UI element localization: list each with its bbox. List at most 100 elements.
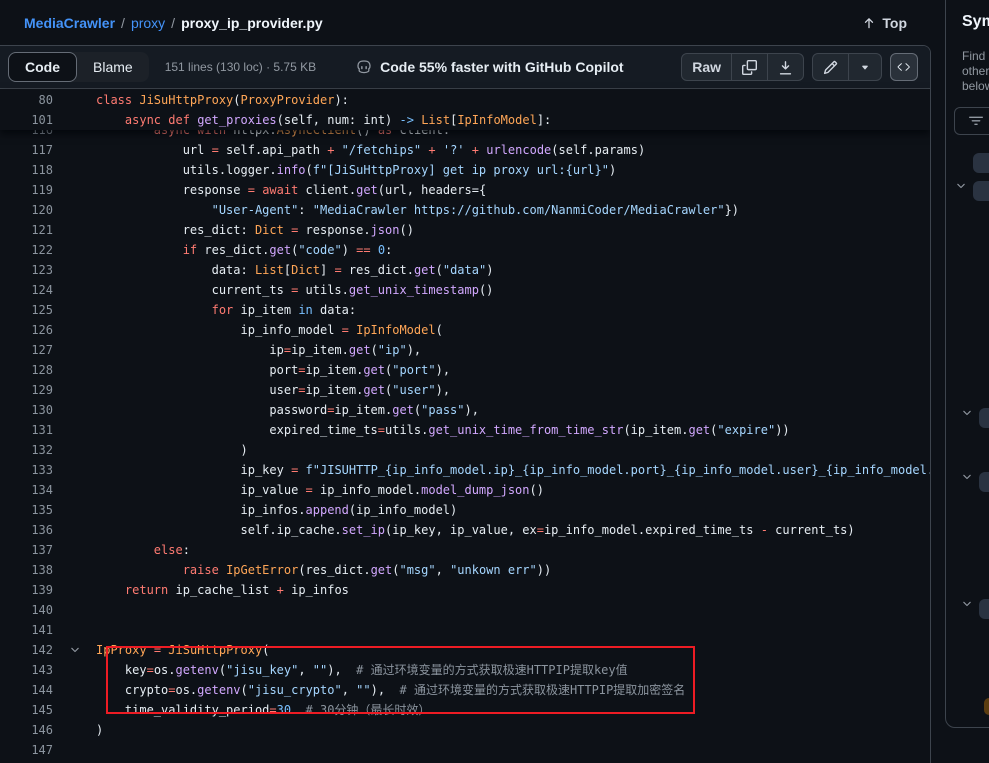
raw-copy-download-group: Raw (681, 53, 804, 81)
code-text: password=ip_item.get("pass"), (96, 400, 930, 420)
code-text: ip=ip_item.get("ip"), (96, 340, 930, 360)
line-number[interactable]: 123 (0, 260, 53, 280)
tree-chevron-down-icon[interactable] (961, 470, 973, 488)
copilot-banner[interactable]: Code 55% faster with GitHub Copilot (356, 59, 623, 75)
line-number[interactable]: 101 (0, 110, 53, 130)
line-number[interactable]: 136 (0, 520, 53, 540)
code-line-120: 120 "User-Agent": "MediaCrawler https://… (0, 200, 930, 220)
code-line-130: 130 password=ip_item.get("pass"), (0, 400, 930, 420)
raw-button[interactable]: Raw (682, 54, 731, 80)
code-text: res_dict: Dict = response.json() (96, 220, 930, 240)
tree-chevron-down-icon[interactable] (961, 406, 973, 424)
line-number[interactable]: 119 (0, 180, 53, 200)
code-line-122: 122 if res_dict.get("code") == 0: (0, 240, 930, 260)
code-text: crypto=os.getenv("jisu_crypto", ""), # 通… (96, 680, 930, 700)
tab-code[interactable]: Code (8, 52, 77, 82)
line-number[interactable]: 122 (0, 240, 53, 260)
breadcrumb-filename: proxy_ip_provider.py (181, 15, 323, 31)
line-number[interactable]: 121 (0, 220, 53, 240)
symbols-panel-title: Symbols (962, 13, 989, 31)
line-number[interactable]: 131 (0, 420, 53, 440)
line-number[interactable]: 133 (0, 460, 53, 480)
symbol-chip[interactable] (973, 153, 989, 173)
tree-chevron-down-icon[interactable] (955, 179, 967, 197)
tab-blame[interactable]: Blame (77, 52, 149, 82)
line-number[interactable]: 126 (0, 320, 53, 340)
code-text: ip_value = ip_info_model.model_dump_json… (96, 480, 930, 500)
tree-chevron-down-icon[interactable] (961, 597, 973, 615)
symbols-panel-toggle-button[interactable] (890, 53, 918, 81)
copy-icon (742, 60, 757, 75)
symbol-chip[interactable] (979, 408, 989, 428)
symbol-chip[interactable] (979, 599, 989, 619)
line-gutter (53, 620, 96, 640)
line-number[interactable]: 117 (0, 140, 53, 160)
symbols-filter-input[interactable] (954, 107, 989, 135)
code-line-125: 125 for ip_item in data: (0, 300, 930, 320)
line-number[interactable]: 146 (0, 720, 53, 740)
breadcrumb-repo-link[interactable]: MediaCrawler (24, 15, 115, 31)
line-number[interactable]: 132 (0, 440, 53, 460)
copy-button[interactable] (731, 54, 767, 80)
code-text: raise IpGetError(res_dict.get("msg", "un… (96, 560, 930, 580)
code-text: ) (96, 440, 930, 460)
file-view-column: MediaCrawler / proxy / proxy_ip_provider… (0, 0, 931, 763)
code-text: current_ts = utils.get_unix_timestamp() (96, 280, 930, 300)
file-header-toolbar: Code Blame 151 lines (130 loc) · 5.75 KB… (0, 46, 930, 89)
edit-group (812, 53, 882, 81)
line-number[interactable]: 118 (0, 160, 53, 180)
line-gutter (53, 720, 96, 740)
line-number[interactable]: 144 (0, 680, 53, 700)
symbol-chip[interactable] (973, 181, 989, 201)
code-lines: 116 async with httpx.AsyncClient() as cl… (0, 120, 930, 760)
code-text: IpProxy = JiSuHttpProxy( (96, 640, 930, 660)
line-number[interactable]: 129 (0, 380, 53, 400)
line-number[interactable]: 143 (0, 660, 53, 680)
code-symbol-icon (897, 60, 911, 74)
line-number[interactable]: 125 (0, 300, 53, 320)
code-text: time_validity_period=30 # 30分钟（最长时效） (96, 700, 930, 720)
code-text: url = self.api_path + "/fetchips" + '?' … (96, 140, 930, 160)
line-number[interactable]: 138 (0, 560, 53, 580)
line-gutter (53, 480, 96, 500)
line-gutter (53, 740, 96, 760)
line-number[interactable]: 140 (0, 600, 53, 620)
breadcrumb-folder-link[interactable]: proxy (131, 15, 165, 31)
download-button[interactable] (767, 54, 803, 80)
line-gutter (53, 660, 96, 680)
copilot-icon (356, 59, 372, 75)
line-number[interactable]: 120 (0, 200, 53, 220)
line-number[interactable]: 124 (0, 280, 53, 300)
code-text (96, 600, 930, 620)
collapse-chevron-icon[interactable] (53, 640, 96, 660)
code-line-80: 80class JiSuHttpProxy(ProxyProvider): (0, 90, 930, 110)
line-number[interactable]: 130 (0, 400, 53, 420)
line-number[interactable]: 141 (0, 620, 53, 640)
code-text: async def get_proxies(self, num: int) ->… (96, 110, 930, 130)
line-number[interactable]: 142 (0, 640, 53, 660)
code-text: for ip_item in data: (96, 300, 930, 320)
line-gutter (53, 140, 96, 160)
line-number[interactable]: 145 (0, 700, 53, 720)
line-number[interactable]: 127 (0, 340, 53, 360)
code-line-138: 138 raise IpGetError(res_dict.get("msg",… (0, 560, 930, 580)
edit-dropdown-button[interactable] (848, 54, 881, 80)
symbol-chip[interactable] (979, 472, 989, 492)
arrow-up-icon (862, 16, 876, 30)
line-number[interactable]: 139 (0, 580, 53, 600)
symbol-chip-selected[interactable] (984, 698, 989, 715)
code-line-144: 144 crypto=os.getenv("jisu_crypto", ""),… (0, 680, 930, 700)
line-number[interactable]: 137 (0, 540, 53, 560)
code-line-139: 139 return ip_cache_list + ip_infos (0, 580, 930, 600)
line-number[interactable]: 128 (0, 360, 53, 380)
edit-button[interactable] (813, 54, 848, 80)
line-number[interactable]: 134 (0, 480, 53, 500)
line-gutter (53, 340, 96, 360)
line-number[interactable]: 80 (0, 90, 53, 110)
line-number[interactable]: 147 (0, 740, 53, 760)
back-to-top-button[interactable]: Top (854, 11, 915, 35)
line-number[interactable]: 135 (0, 500, 53, 520)
code-line-146: 146) (0, 720, 930, 740)
line-gutter (53, 90, 96, 110)
code-line-140: 140 (0, 600, 930, 620)
